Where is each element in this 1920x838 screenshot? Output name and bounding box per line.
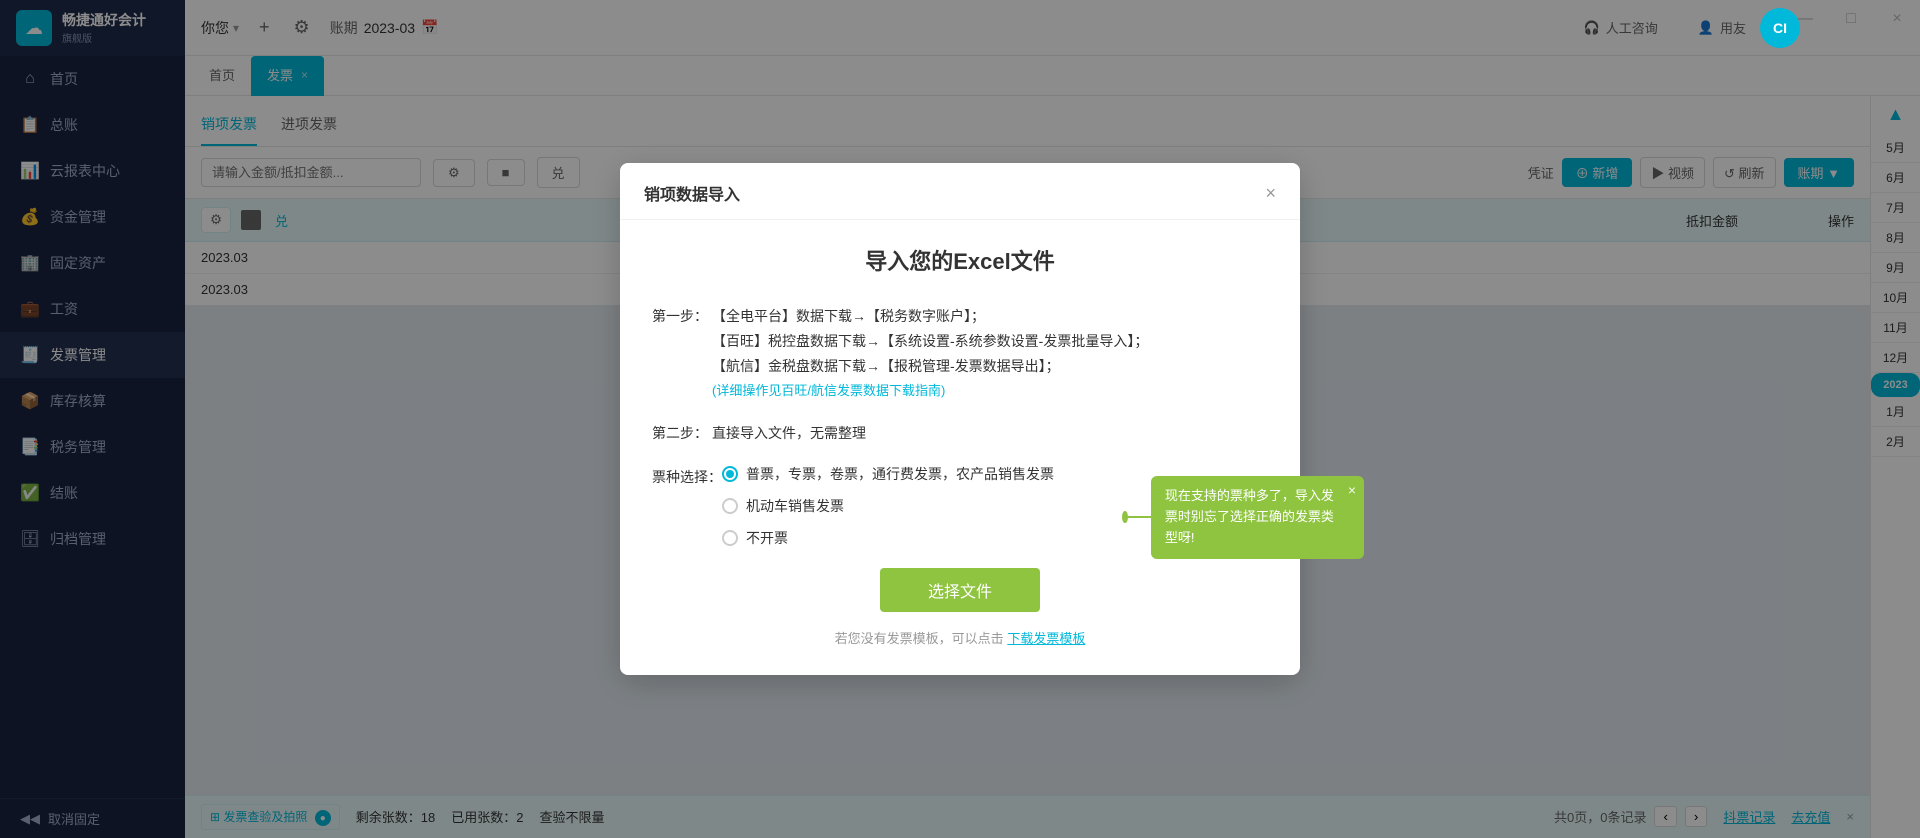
tooltip-dot (1122, 511, 1128, 523)
tooltip-close-btn[interactable]: × (1348, 482, 1356, 498)
tooltip-line (1128, 516, 1151, 518)
radio-circle-normal (722, 466, 738, 482)
select-file-section: 选择文件 (652, 568, 1268, 612)
step1-content: 【全电平台】数据下载→【税务数字账户】； 【百旺】税控盘数据下载→【系统设置-系… (712, 304, 1268, 403)
step2-row: 第二步： 直接导入文件，无需整理 (652, 421, 1268, 446)
maximize-btn[interactable]: □ (1828, 0, 1874, 38)
modal-overlay: 销项数据导入 × 导入您的Excel文件 第一步： 【全电平台】数据下载→【税务… (0, 0, 1920, 838)
step1-line-1: 【全电平台】数据下载→【税务数字账户】； (712, 304, 1268, 329)
radio-motor[interactable]: 机动车销售发票 现在支持的票种多了，导入发票时别忘了选择正确的发票类型呀! × (722, 496, 1268, 516)
modal-main-title: 导入您的Excel文件 (652, 244, 1268, 276)
radio-circle-none (722, 530, 738, 546)
radio-circle-motor (722, 498, 738, 514)
import-modal: 销项数据导入 × 导入您的Excel文件 第一步： 【全电平台】数据下载→【税务… (620, 163, 1300, 675)
step1-line-3: 【航信】金税盘数据下载→【报税管理-发票数据导出】； (712, 354, 1268, 379)
radio-options: 普票，专票，卷票，通行费发票，农产品销售发票 机动车销售发票 现在支持的票种多了… (722, 464, 1268, 548)
download-template-link[interactable]: 下载发票模板 (1007, 631, 1085, 646)
download-hint-section: 若您没有发票模板，可以点击 下载发票模板 (652, 628, 1268, 647)
step1-row: 第一步： 【全电平台】数据下载→【税务数字账户】； 【百旺】税控盘数据下载→【系… (652, 304, 1268, 403)
modal-body: 导入您的Excel文件 第一步： 【全电平台】数据下载→【税务数字账户】； 【百… (620, 220, 1300, 675)
step2-label: 第二步： (652, 421, 712, 443)
select-file-btn[interactable]: 选择文件 (880, 568, 1040, 612)
close-btn[interactable]: × (1874, 0, 1920, 38)
window-controls: — □ × (1782, 0, 1920, 38)
step2-content: 直接导入文件，无需整理 (712, 421, 1268, 446)
ticket-selection: 票种选择： 普票，专票，卷票，通行费发票，农产品销售发票 机动车销售发票 (652, 464, 1268, 548)
modal-close-btn[interactable]: × (1265, 184, 1276, 202)
radio-dot-normal (726, 470, 734, 478)
tooltip-box: 现在支持的票种多了，导入发票时别忘了选择正确的发票类型呀! × (1151, 476, 1364, 558)
guide-link[interactable]: (详细操作见百旺/航信发票数据下载指南) (712, 383, 945, 398)
step1-line-2: 【百旺】税控盘数据下载→【系统设置-系统参数设置-发票批量导入】； (712, 329, 1268, 354)
modal-header: 销项数据导入 × (620, 163, 1300, 220)
avatar: CI (1760, 8, 1800, 48)
tooltip-container: 现在支持的票种多了，导入发票时别忘了选择正确的发票类型呀! × (1122, 476, 1364, 558)
step1-label: 第一步： (652, 304, 712, 326)
modal-title: 销项数据导入 (644, 181, 740, 205)
step1-link: (详细操作见百旺/航信发票数据下载指南) (712, 379, 1268, 403)
ticket-label: 票种选择： (652, 464, 722, 487)
